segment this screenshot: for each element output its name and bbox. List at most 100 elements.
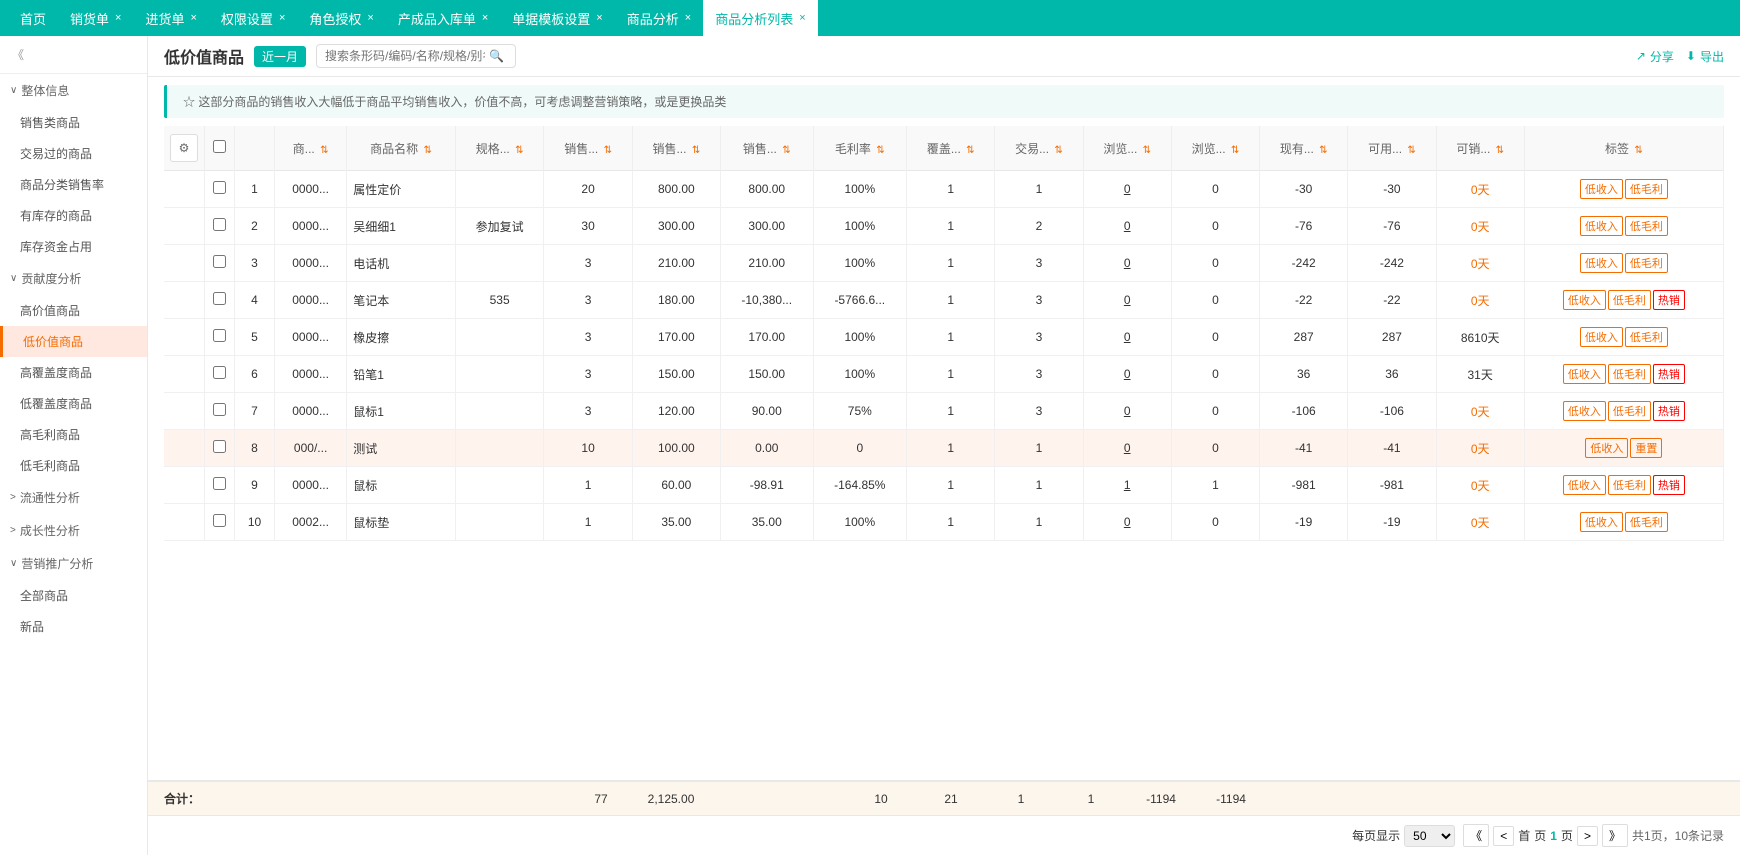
gear-icon[interactable]: ⚙ <box>170 134 198 162</box>
cell-view1[interactable]: 0 <box>1083 319 1171 356</box>
close-icon[interactable]: × <box>685 12 691 24</box>
nav-sales-order[interactable]: 销货单 × <box>58 0 133 36</box>
row-checkbox[interactable] <box>213 255 226 268</box>
last-page-btn[interactable]: 》 <box>1602 824 1628 847</box>
nav-product-inbound[interactable]: 产成品入库单 × <box>386 0 500 36</box>
cell-gear[interactable] <box>164 208 205 245</box>
th-tags[interactable]: 标签 ⇅ <box>1524 126 1723 171</box>
sidebar-item-high-value[interactable]: 高价值商品 <box>0 295 147 326</box>
close-icon[interactable]: × <box>596 12 602 24</box>
sidebar-item-high-margin[interactable]: 高毛利商品 <box>0 419 147 450</box>
cell-gear[interactable] <box>164 282 205 319</box>
cell-gear[interactable] <box>164 319 205 356</box>
sidebar-group-marketing[interactable]: ∨ 营销推广分析 <box>0 547 147 580</box>
sidebar-collapse-btn[interactable]: 《 <box>8 42 28 67</box>
cell-view1[interactable]: 0 <box>1083 208 1171 245</box>
cell-check[interactable] <box>205 356 235 393</box>
cell-view1[interactable]: 0 <box>1083 245 1171 282</box>
export-button[interactable]: ⬇ 导出 <box>1686 48 1724 65</box>
prev-page-btn[interactable]: < <box>1493 826 1514 846</box>
cell-view1[interactable]: 1 <box>1083 467 1171 504</box>
sidebar-item-low-coverage[interactable]: 低覆盖度商品 <box>0 388 147 419</box>
th-available[interactable]: 可用... ⇅ <box>1348 126 1436 171</box>
th-sale-qty[interactable]: 销售... ⇅ <box>544 126 632 171</box>
th-sale-price[interactable]: 销售... ⇅ <box>632 126 720 171</box>
first-page-btn[interactable]: 《 <box>1463 824 1489 847</box>
th-trade[interactable]: 交易... ⇅ <box>995 126 1083 171</box>
cell-gear[interactable] <box>164 504 205 541</box>
share-button[interactable]: ↗ 分享 <box>1636 48 1674 65</box>
th-sale-amount[interactable]: 销售... ⇅ <box>720 126 813 171</box>
th-saleable[interactable]: 可销... ⇅ <box>1436 126 1524 171</box>
close-icon[interactable]: × <box>799 12 805 24</box>
sidebar-item-new-products[interactable]: 新品 <box>0 611 147 642</box>
filter-tag[interactable]: 近一月 <box>254 46 306 67</box>
close-icon[interactable]: × <box>190 12 196 24</box>
cell-gear[interactable] <box>164 467 205 504</box>
cell-check[interactable] <box>205 504 235 541</box>
close-icon[interactable]: × <box>115 12 121 24</box>
nav-product-analysis-list[interactable]: 商品分析列表 × <box>703 0 817 36</box>
row-checkbox[interactable] <box>213 440 226 453</box>
cell-view1[interactable]: 0 <box>1083 393 1171 430</box>
sidebar-item-high-coverage[interactable]: 高覆盖度商品 <box>0 357 147 388</box>
cell-check[interactable] <box>205 245 235 282</box>
th-gross-rate[interactable]: 毛利率 ⇅ <box>813 126 907 171</box>
sidebar-item-category-rate[interactable]: 商品分类销售率 <box>0 169 147 200</box>
th-coverage[interactable]: 覆盖... ⇅ <box>907 126 995 171</box>
nav-template[interactable]: 单据模板设置 × <box>500 0 614 36</box>
nav-purchase-order[interactable]: 进货单 × <box>133 0 208 36</box>
nav-permission[interactable]: 权限设置 × <box>209 0 297 36</box>
per-page-select[interactable]: 50 100 <box>1404 825 1455 847</box>
cell-check[interactable] <box>205 393 235 430</box>
cell-view1[interactable]: 0 <box>1083 430 1171 467</box>
th-current-stock[interactable]: 现有... ⇅ <box>1260 126 1348 171</box>
cell-check[interactable] <box>205 171 235 208</box>
th-view2[interactable]: 浏览... ⇅ <box>1171 126 1259 171</box>
sidebar-item-stock-products[interactable]: 有库存的商品 <box>0 200 147 231</box>
sidebar-group-growth[interactable]: > 成长性分析 <box>0 514 147 547</box>
th-code[interactable]: 商... ⇅ <box>275 126 347 171</box>
cell-view1[interactable]: 0 <box>1083 356 1171 393</box>
nav-home[interactable]: 首页 <box>8 0 58 36</box>
cell-gear[interactable] <box>164 171 205 208</box>
select-all-checkbox[interactable] <box>213 140 226 153</box>
sidebar-group-liquidity[interactable]: > 流通性分析 <box>0 481 147 514</box>
close-icon[interactable]: × <box>367 12 373 24</box>
sidebar-group-contribution[interactable]: ∨ 贡献度分析 <box>0 262 147 295</box>
sidebar-item-all-products[interactable]: 全部商品 <box>0 580 147 611</box>
sidebar-item-low-margin[interactable]: 低毛利商品 <box>0 450 147 481</box>
row-checkbox[interactable] <box>213 366 226 379</box>
row-checkbox[interactable] <box>213 403 226 416</box>
search-icon[interactable]: 🔍 <box>489 49 504 63</box>
row-checkbox[interactable] <box>213 218 226 231</box>
cell-check[interactable] <box>205 430 235 467</box>
cell-view1[interactable]: 0 <box>1083 282 1171 319</box>
cell-gear[interactable] <box>164 356 205 393</box>
th-spec[interactable]: 规格... ⇅ <box>455 126 544 171</box>
cell-gear[interactable] <box>164 430 205 467</box>
row-checkbox[interactable] <box>213 292 226 305</box>
th-gear[interactable]: ⚙ <box>164 126 205 171</box>
cell-check[interactable] <box>205 319 235 356</box>
next-page-btn[interactable]: > <box>1577 826 1598 846</box>
th-checkbox[interactable] <box>205 126 235 171</box>
sidebar-group-overall[interactable]: ∨ 整体信息 <box>0 74 147 107</box>
nav-role-auth[interactable]: 角色授权 × <box>297 0 385 36</box>
cell-check[interactable] <box>205 208 235 245</box>
close-icon[interactable]: × <box>482 12 488 24</box>
row-checkbox[interactable] <box>213 477 226 490</box>
row-checkbox[interactable] <box>213 181 226 194</box>
sidebar-item-sales-products[interactable]: 销售类商品 <box>0 107 147 138</box>
cell-gear[interactable] <box>164 245 205 282</box>
cell-gear[interactable] <box>164 393 205 430</box>
cell-check[interactable] <box>205 467 235 504</box>
sidebar-item-traded-products[interactable]: 交易过的商品 <box>0 138 147 169</box>
cell-view1[interactable]: 0 <box>1083 171 1171 208</box>
sidebar-item-low-value[interactable]: 低价值商品 <box>0 326 147 357</box>
row-checkbox[interactable] <box>213 329 226 342</box>
cell-view1[interactable]: 0 <box>1083 504 1171 541</box>
sidebar-item-stock-capital[interactable]: 库存资金占用 <box>0 231 147 262</box>
th-name[interactable]: 商品名称 ⇅ <box>347 126 456 171</box>
search-input[interactable] <box>325 49 485 63</box>
